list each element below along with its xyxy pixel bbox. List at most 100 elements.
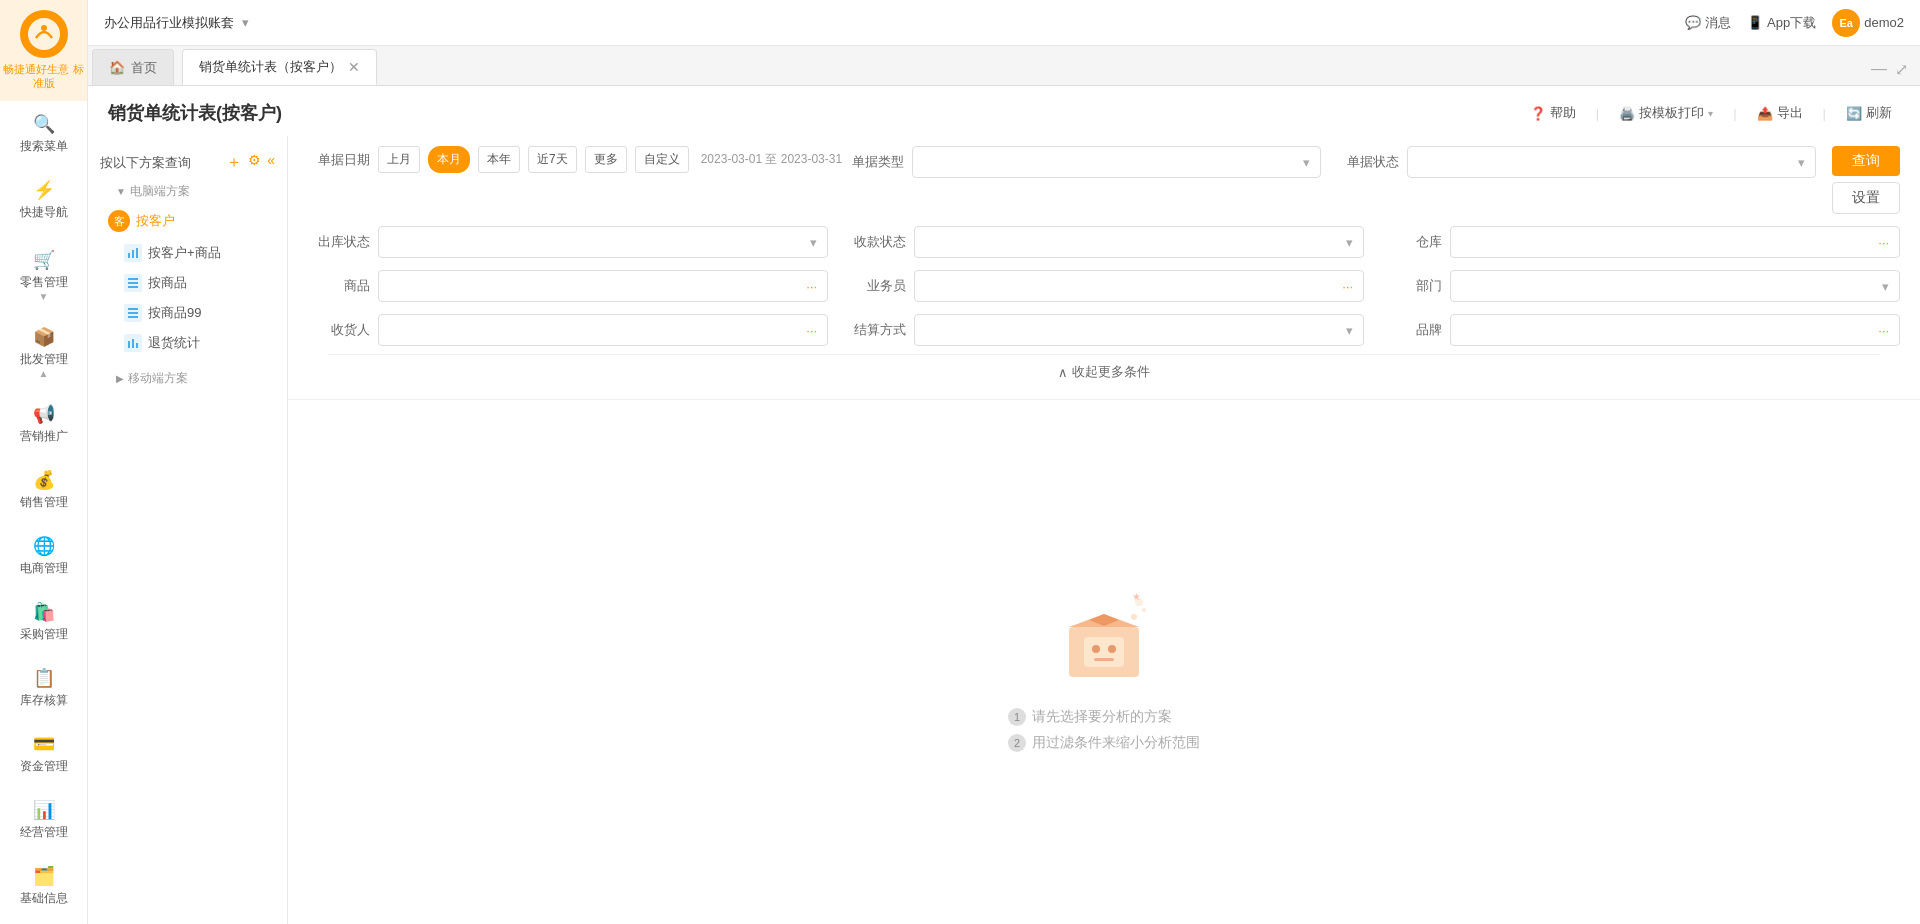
top-header: 办公用品行业模拟账套 ▾ 💬 消息 📱 App下载 Ea demo2 bbox=[88, 0, 1920, 46]
svg-point-20 bbox=[1142, 608, 1146, 612]
filter-row-2: 出库状态 ▾ 收款状态 ▾ bbox=[308, 226, 1900, 258]
sidebar-item-wholesale[interactable]: 📦 批发管理 ▲ bbox=[0, 314, 87, 391]
minimize-icon[interactable]: — bbox=[1871, 60, 1887, 79]
query-btn[interactable]: 查询 bbox=[1832, 146, 1900, 176]
brand-ellipsis[interactable]: ··· bbox=[1878, 323, 1889, 338]
collapse-icon: ∧ bbox=[1058, 365, 1068, 380]
sidebar-item-retail[interactable]: 🛒 零售管理 ▼ bbox=[0, 237, 87, 314]
print-btn[interactable]: 🖨️ 按模板打印 ▾ bbox=[1611, 100, 1721, 126]
collapse-panel-btn[interactable]: « bbox=[267, 152, 275, 173]
sidebar-item-purchase[interactable]: 🛍️ 采购管理 bbox=[0, 589, 87, 655]
tab-close-icon[interactable]: ✕ bbox=[348, 60, 360, 74]
filter-area: 单据日期 上月 本月 本年 近7天 更多 自定义 2023-03-01 至 20… bbox=[288, 136, 1920, 400]
tab-sales-stats[interactable]: 销货单统计表（按客户） ✕ bbox=[182, 49, 377, 85]
tab-window-controls: — ⤢ bbox=[1871, 60, 1920, 85]
sidebar-item-finance[interactable]: 💳 资金管理 bbox=[0, 721, 87, 787]
sidebar-item-ecommerce[interactable]: 🌐 电商管理 bbox=[0, 523, 87, 589]
svg-rect-13 bbox=[136, 343, 138, 348]
header-dropdown-icon[interactable]: ▾ bbox=[242, 15, 249, 30]
avatar: Ea bbox=[1832, 9, 1860, 37]
order-status-input[interactable]: ▾ bbox=[1407, 146, 1816, 178]
empty-illustration: ★ bbox=[1044, 572, 1164, 692]
warehouse-label: 仓库 bbox=[1380, 233, 1450, 251]
user-profile[interactable]: Ea demo2 bbox=[1832, 9, 1904, 37]
tree-item-by-goods[interactable]: 按商品 bbox=[88, 268, 287, 298]
message-btn[interactable]: 💬 消息 bbox=[1685, 14, 1731, 32]
settings-scheme-btn[interactable]: ⚙ bbox=[248, 152, 261, 173]
date-btn-last-7-days[interactable]: 近7天 bbox=[528, 146, 577, 173]
department-group: 部门 ▾ bbox=[1380, 270, 1900, 302]
reset-btn[interactable]: 设置 bbox=[1832, 182, 1900, 214]
sidebar: 畅捷通好生意 标准版 🔍 搜索菜单 ⚡ 快捷导航 🛒 零售管理 ▼ 📦 批发管理… bbox=[0, 0, 88, 924]
delivery-status-input[interactable]: ▾ bbox=[378, 226, 828, 258]
receiver-ellipsis[interactable]: ··· bbox=[806, 323, 817, 338]
date-btn-more[interactable]: 更多 bbox=[585, 146, 627, 173]
warehouse-ellipsis[interactable]: ··· bbox=[1878, 235, 1889, 250]
order-type-input[interactable]: ▾ bbox=[912, 146, 1321, 178]
payment-status-label: 收款状态 bbox=[844, 233, 914, 251]
svg-rect-2 bbox=[128, 253, 130, 258]
filter-row-1: 单据日期 上月 本月 本年 近7天 更多 自定义 2023-03-01 至 20… bbox=[308, 146, 1900, 214]
svg-rect-6 bbox=[128, 282, 138, 284]
tree-item-by-goods-99[interactable]: 按商品99 bbox=[88, 298, 287, 328]
goods-ellipsis[interactable]: ··· bbox=[806, 279, 817, 294]
date-btn-this-month[interactable]: 本月 bbox=[428, 146, 470, 173]
warehouse-input[interactable]: ··· bbox=[1450, 226, 1900, 258]
refresh-btn[interactable]: 🔄 刷新 bbox=[1838, 100, 1900, 126]
collapse-btn[interactable]: ∧ 收起更多条件 bbox=[328, 354, 1880, 389]
tree-group-mobile: ▶ 移动端方案 bbox=[88, 366, 287, 391]
shortcut-icon: ⚡ bbox=[33, 179, 55, 201]
sidebar-item-operations[interactable]: 📊 经营管理 bbox=[0, 787, 87, 853]
sidebar-item-shortcuts[interactable]: ⚡ 快捷导航 bbox=[0, 167, 87, 233]
settlement-group: 结算方式 ▾ bbox=[844, 314, 1364, 346]
maximize-icon[interactable]: ⤢ bbox=[1895, 60, 1908, 79]
goods-input[interactable]: ··· bbox=[378, 270, 828, 302]
sidebar-item-marketing[interactable]: 📢 营销推广 bbox=[0, 391, 87, 457]
sidebar-item-system[interactable]: ⚙️ 系统管理 bbox=[0, 919, 87, 924]
bar-icon bbox=[124, 334, 142, 352]
search-icon: 🔍 bbox=[33, 113, 55, 135]
brand-input[interactable]: ··· bbox=[1450, 314, 1900, 346]
scheme-active-icon: 客 bbox=[108, 210, 130, 232]
tree-item-by-customer-goods[interactable]: 按客户+商品 bbox=[88, 238, 287, 268]
app-download-btn[interactable]: 📱 App下载 bbox=[1747, 14, 1816, 32]
inventory-icon: 📋 bbox=[33, 667, 55, 689]
tree-item-by-customer[interactable]: 客 按客户 bbox=[88, 204, 287, 238]
payment-status-group: 收款状态 ▾ bbox=[844, 226, 1364, 258]
order-status-arrow-icon: ▾ bbox=[1798, 155, 1805, 170]
goods-label: 商品 bbox=[308, 277, 378, 295]
date-btn-this-year[interactable]: 本年 bbox=[478, 146, 520, 173]
payment-status-input[interactable]: ▾ bbox=[914, 226, 1364, 258]
sidebar-logo: 畅捷通好生意 标准版 bbox=[0, 0, 87, 101]
sidebar-item-sales[interactable]: 💰 销售管理 bbox=[0, 457, 87, 523]
left-panel: 按以下方案查询 ＋ ⚙ « ▼ 电脑端方案 客 按客户 bbox=[88, 136, 288, 924]
salesperson-label: 业务员 bbox=[844, 277, 914, 295]
tree-group-pc: ▼ 电脑端方案 bbox=[88, 179, 287, 204]
date-btn-custom[interactable]: 自定义 bbox=[635, 146, 689, 173]
sidebar-item-inventory[interactable]: 📋 库存核算 bbox=[0, 655, 87, 721]
settlement-arrow-icon: ▾ bbox=[1346, 323, 1353, 338]
salesperson-ellipsis[interactable]: ··· bbox=[1342, 279, 1353, 294]
receiver-input[interactable]: ··· bbox=[378, 314, 828, 346]
tree-item-return-stats[interactable]: 退货统计 bbox=[88, 328, 287, 358]
help-btn[interactable]: ❓ 帮助 bbox=[1522, 100, 1584, 126]
export-btn[interactable]: 📤 导出 bbox=[1749, 100, 1811, 126]
tree-expand-pc-icon[interactable]: ▼ bbox=[116, 186, 126, 197]
header-left: 办公用品行业模拟账套 ▾ bbox=[104, 14, 249, 32]
table2-icon bbox=[124, 304, 142, 322]
help-icon: ❓ bbox=[1530, 106, 1546, 121]
date-btn-last-month[interactable]: 上月 bbox=[378, 146, 420, 173]
sidebar-item-search[interactable]: 🔍 搜索菜单 bbox=[0, 101, 87, 167]
add-scheme-btn[interactable]: ＋ bbox=[226, 152, 242, 173]
print-dropdown-icon[interactable]: ▾ bbox=[1708, 108, 1713, 119]
wholesale-icon: 📦 bbox=[33, 326, 55, 348]
page-header: 销货单统计表(按客户) ❓ 帮助 | 🖨️ 按模板打印 ▾ | 📤 导出 | bbox=[88, 86, 1920, 136]
ecommerce-icon: 🌐 bbox=[33, 535, 55, 557]
department-input[interactable]: ▾ bbox=[1450, 270, 1900, 302]
salesperson-input[interactable]: ··· bbox=[914, 270, 1364, 302]
department-label: 部门 bbox=[1380, 277, 1450, 295]
tree-expand-mobile-icon[interactable]: ▶ bbox=[116, 373, 124, 384]
sidebar-item-base[interactable]: 🗂️ 基础信息 bbox=[0, 853, 87, 919]
settlement-input[interactable]: ▾ bbox=[914, 314, 1364, 346]
tab-home[interactable]: 🏠 首页 bbox=[92, 49, 174, 85]
